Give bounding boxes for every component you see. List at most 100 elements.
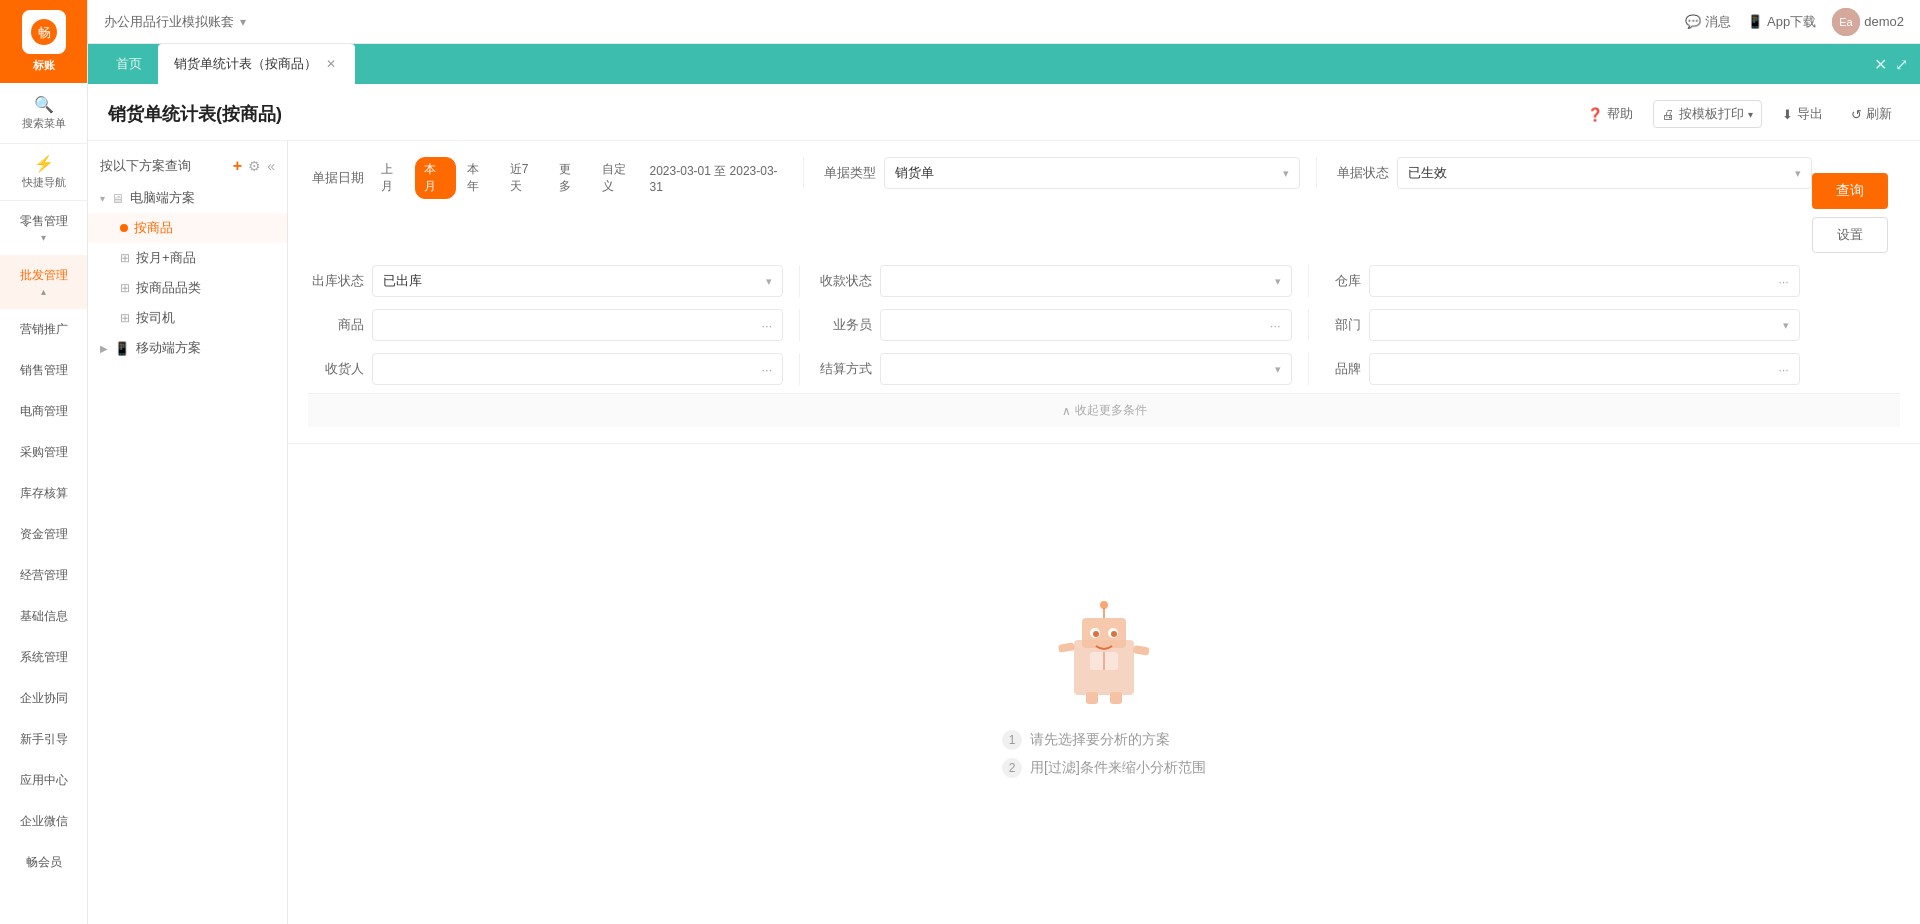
message-button[interactable]: 💬 消息 (1685, 13, 1731, 31)
receipt-status-arrow-icon: ▾ (1275, 275, 1281, 288)
right-content: 单据日期 上月 本月 本年 近7天 更多 自定义 (288, 141, 1920, 924)
sidebar-item-guide[interactable]: 新手引导 (0, 719, 87, 760)
title-dropdown-icon[interactable]: ▾ (240, 15, 246, 29)
export-button[interactable]: ⬇ 导出 (1774, 101, 1831, 127)
sidebar-item-quick[interactable]: ⚡ 快捷导航 (0, 144, 87, 201)
tab-close-all-icon[interactable]: ✕ (1874, 55, 1887, 74)
print-button[interactable]: 🖨 按模板打印 ▾ (1653, 100, 1762, 128)
sidebar-item-finance[interactable]: 资金管理 (0, 514, 87, 555)
doc-type-arrow-icon: ▾ (1283, 167, 1289, 180)
collapse-bar[interactable]: ∧ 收起更多条件 (308, 393, 1900, 427)
sidebar-item-wechat[interactable]: 企业微信 (0, 801, 87, 842)
page-header: 销货单统计表(按商品) ❓ 帮助 🖨 按模板打印 ▾ ⬇ 导出 (88, 84, 1920, 141)
sidebar-item-retail[interactable]: 零售管理 ▾ (0, 201, 87, 255)
product-dots-icon: ··· (761, 318, 772, 333)
tree-expand-icon: ▾ (100, 193, 105, 204)
topbar-actions: 💬 消息 📱 App下载 Ea demo2 (1685, 8, 1904, 36)
date-tab-custom[interactable]: 自定义 (593, 157, 645, 199)
tree-section-pc[interactable]: ▾ 🖥 电脑端方案 (88, 183, 287, 213)
tree-section-mobile[interactable]: ▶ 📱 移动端方案 (88, 333, 287, 363)
sidebar-item-basic[interactable]: 基础信息 (0, 596, 87, 637)
logo-icon: 畅 (22, 10, 66, 54)
tree-item-by-product[interactable]: 按商品 (88, 213, 287, 243)
sidebar-item-search[interactable]: 🔍 搜索菜单 (0, 83, 87, 144)
department-select[interactable]: ▾ (1369, 309, 1800, 341)
logo-text: 标账 (33, 58, 55, 73)
tree-item-by-month-product[interactable]: ⊞ 按月+商品 (88, 243, 287, 273)
sidebar-item-apps[interactable]: 应用中心 (0, 760, 87, 801)
tab-report[interactable]: 销货单统计表（按商品） ✕ (158, 44, 355, 84)
empty-tip-2: 2 用[过滤]条件来缩小分析范围 (1002, 758, 1206, 778)
main-area: 办公用品行业模拟账套 ▾ 💬 消息 📱 App下载 Ea demo2 首页 (88, 0, 1920, 924)
date-tab-this-year[interactable]: 本年 (458, 157, 499, 199)
sidebar-item-marketing[interactable]: 营销推广 (0, 309, 87, 350)
user-menu[interactable]: Ea demo2 (1832, 8, 1904, 36)
date-tab-this-month[interactable]: 本月 (415, 157, 456, 199)
help-button[interactable]: ❓ 帮助 (1579, 101, 1641, 127)
refresh-icon: ↺ (1851, 107, 1862, 122)
app-download-button[interactable]: 📱 App下载 (1747, 13, 1816, 31)
panel-actions: + ⚙ « (233, 157, 275, 175)
mobile-folder-icon: 📱 (114, 341, 130, 356)
tree-item-by-product-category[interactable]: ⊞ 按商品品类 (88, 273, 287, 303)
svg-rect-14 (1086, 692, 1098, 704)
empty-tip-text-1: 请先选择要分析的方案 (1030, 731, 1170, 749)
warehouse-label: 仓库 (1325, 272, 1361, 290)
doc-type-select[interactable]: 销货单 ▾ (884, 157, 1299, 189)
department-label: 部门 (1325, 316, 1361, 334)
out-status-select[interactable]: 已出库 ▾ (372, 265, 783, 297)
tip-num-1: 1 (1002, 730, 1022, 750)
date-range-text: 2023-03-01 至 2023-03-31 (650, 163, 788, 194)
logo[interactable]: 畅 标账 (0, 0, 87, 83)
receipt-status-select[interactable]: ▾ (880, 265, 1291, 297)
receiver-label: 收货人 (308, 360, 364, 378)
date-tab-last-month[interactable]: 上月 (372, 157, 413, 199)
sidebar-item-member[interactable]: 畅会员 (0, 842, 87, 883)
out-status-arrow-icon: ▾ (766, 275, 772, 288)
settlement-label: 结算方式 (816, 360, 872, 378)
date-tab-more[interactable]: 更多 (550, 157, 591, 199)
tip-num-2: 2 (1002, 758, 1022, 778)
refresh-button[interactable]: ↺ 刷新 (1843, 101, 1900, 127)
sidebar-item-sales[interactable]: 销售管理 (0, 350, 87, 391)
sidebar-item-inventory[interactable]: 库存核算 (0, 473, 87, 514)
left-panel: 按以下方案查询 + ⚙ « ▾ 🖥 电脑端方案 (88, 141, 288, 924)
download-icon: 📱 (1747, 14, 1763, 29)
receiver-dots-icon: ··· (761, 362, 772, 377)
tree-item-by-sku[interactable]: ⊞ 按司机 (88, 303, 287, 333)
tab-home[interactable]: 首页 (100, 44, 158, 84)
query-button[interactable]: 查询 (1812, 173, 1888, 209)
brand-select[interactable]: ··· (1369, 353, 1800, 385)
svg-rect-13 (1133, 645, 1150, 656)
doc-status-select[interactable]: 已生效 ▾ (1397, 157, 1812, 189)
panel-collapse-icon[interactable]: « (267, 158, 275, 174)
sidebar-item-ecommerce[interactable]: 电商管理 (0, 391, 87, 432)
collapse-up-icon: ∧ (1062, 404, 1071, 418)
panel-settings-icon[interactable]: ⚙ (248, 158, 261, 174)
panel-add-icon[interactable]: + (233, 157, 242, 175)
export-icon: ⬇ (1782, 107, 1793, 122)
receiver-select[interactable]: ··· (372, 353, 783, 385)
date-tab-7days[interactable]: 近7天 (501, 157, 548, 199)
sidebar-item-operations[interactable]: 经营管理 (0, 555, 87, 596)
product-select[interactable]: ··· (372, 309, 783, 341)
salesperson-select[interactable]: ··· (880, 309, 1291, 341)
svg-point-8 (1093, 631, 1099, 637)
topbar-title: 办公用品行业模拟账套 ▾ (104, 13, 1673, 31)
sidebar-item-wholesale[interactable]: 批发管理 ▴ (0, 255, 87, 309)
tab-maximize-icon[interactable]: ⤢ (1895, 55, 1908, 74)
sidebar-item-enterprise[interactable]: 企业协同 (0, 678, 87, 719)
settlement-select[interactable]: ▾ (880, 353, 1291, 385)
sidebar-item-purchase[interactable]: 采购管理 (0, 432, 87, 473)
tabbar: 首页 销货单统计表（按商品） ✕ ✕ ⤢ (88, 44, 1920, 84)
sidebar-item-system[interactable]: 系统管理 (0, 637, 87, 678)
warehouse-select[interactable]: ··· (1369, 265, 1800, 297)
sidebar: 畅 标账 🔍 搜索菜单 ⚡ 快捷导航 零售管理 ▾ 批发管理 ▴ 营销推广 销售… (0, 0, 88, 924)
department-arrow-icon: ▾ (1783, 319, 1789, 332)
filter-area: 单据日期 上月 本月 本年 近7天 更多 自定义 (288, 141, 1920, 444)
empty-tips: 1 请先选择要分析的方案 2 用[过滤]条件来缩小分析范围 (1002, 730, 1206, 778)
doc-type-label: 单据类型 (820, 164, 876, 182)
settings-button[interactable]: 设置 (1812, 217, 1888, 253)
svg-text:Ea: Ea (1840, 16, 1854, 28)
tab-close-icon[interactable]: ✕ (323, 56, 339, 72)
